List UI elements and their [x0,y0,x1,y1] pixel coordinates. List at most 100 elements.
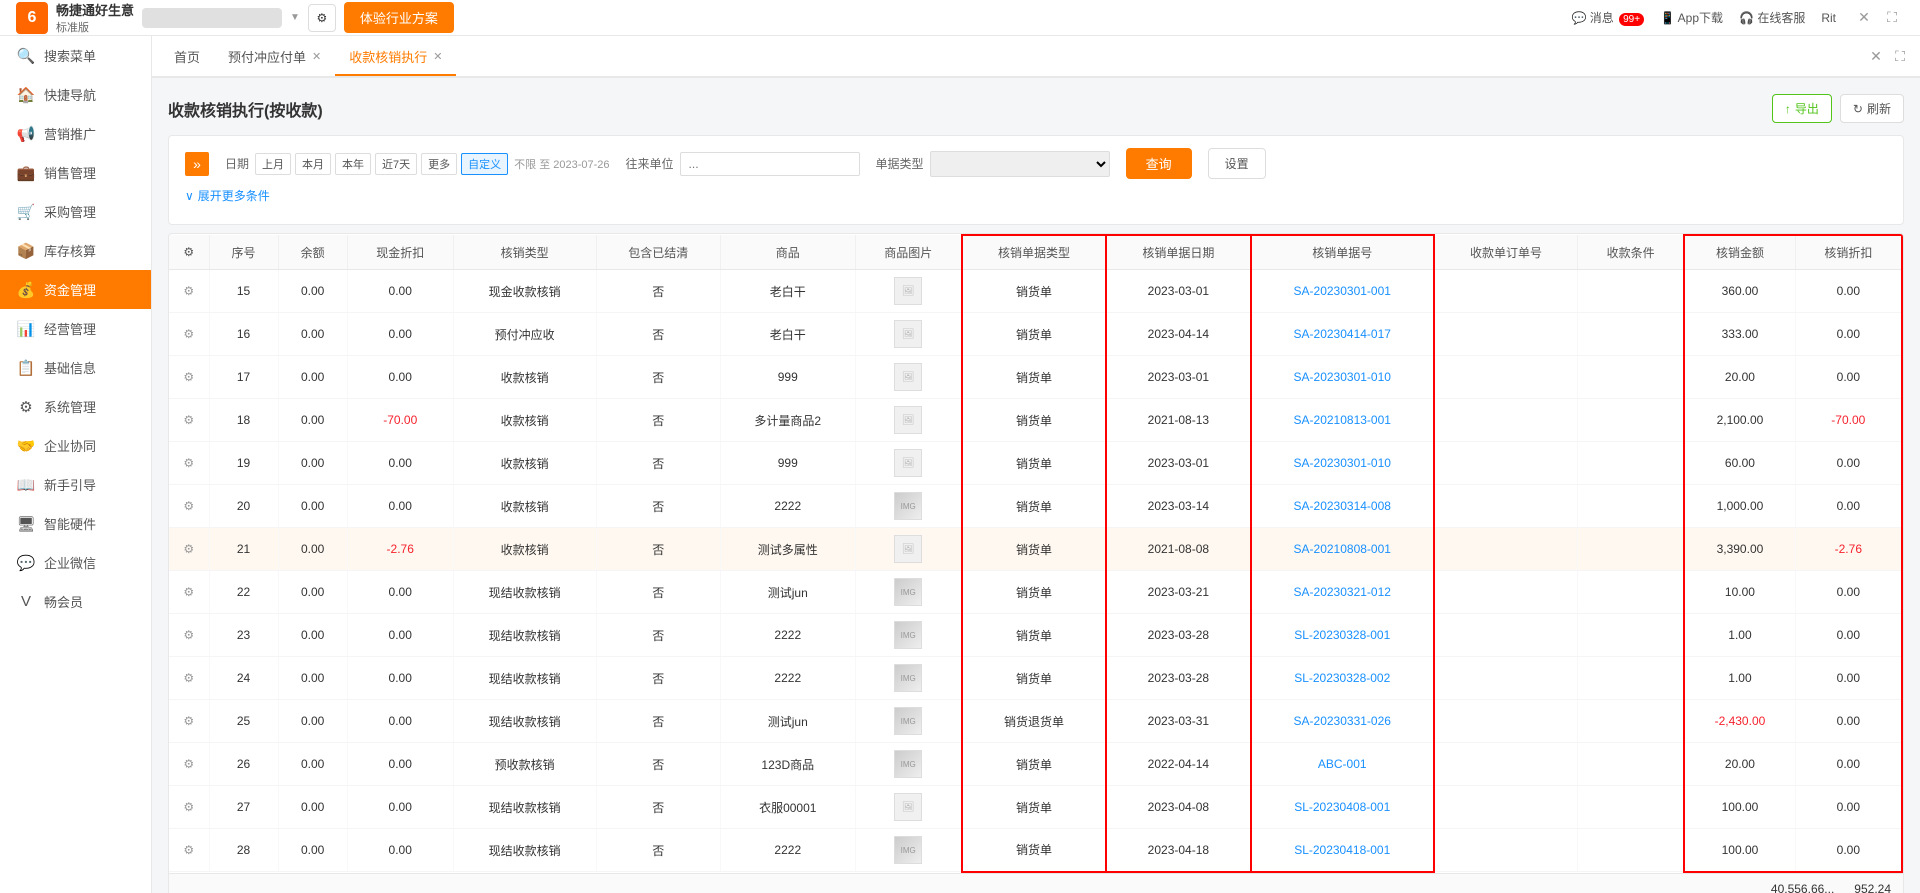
row-gear-icon[interactable]: ⚙ [183,370,194,384]
tab-prepay-close[interactable]: ✕ [312,50,321,63]
col-cancel-discount-cell: 0.00 [1795,743,1902,786]
row-gear-icon[interactable]: ⚙ [183,800,194,814]
sidebar-item-3[interactable]: 💼销售管理 [0,153,151,192]
table-settings-button[interactable]: 设置 [1208,148,1266,179]
date-btn-last-month[interactable]: 上月 [255,153,291,175]
content-area: 首页 预付冲应付单 ✕ 收款核销执行 ✕ ✕ ⛶ 收款核销执行(按收款) [152,36,1920,893]
col-product-cell: 测试jun [720,571,855,614]
sidebar-label-6: 资金管理 [44,280,96,299]
sidebar-item-11[interactable]: 📖新手引导 [0,465,151,504]
row-gear-icon[interactable]: ⚙ [183,327,194,341]
messages-link[interactable]: 💬 消息 99+ [1571,9,1644,26]
sidebar-item-9[interactable]: ⚙系统管理 [0,387,151,426]
sidebar-item-10[interactable]: 🤝企业协同 [0,426,151,465]
bill-no-link[interactable]: SA-20230414-017 [1294,327,1391,341]
online-service-link[interactable]: 🎧 在线客服 [1739,9,1805,26]
row-gear-icon[interactable]: ⚙ [183,671,194,685]
col-receipt-condition-cell [1578,614,1685,657]
sidebar-item-5[interactable]: 📦库存核算 [0,231,151,270]
tab-bar-close-button[interactable]: ✕ [1864,44,1888,68]
row-gear-icon[interactable]: ⚙ [183,585,194,599]
date-btn-this-year[interactable]: 本年 [335,153,371,175]
col-include-settled-cell: 否 [596,829,720,872]
from-unit-input[interactable] [680,152,860,176]
dropdown-icon[interactable]: ▼ [290,12,300,23]
col-cancel-amount-cell: 100.00 [1684,786,1795,829]
sidebar-item-13[interactable]: 💬企业微信 [0,543,151,582]
row-gear-icon[interactable]: ⚙ [183,284,194,298]
sidebar-item-4[interactable]: 🛒采购管理 [0,192,151,231]
table-footer: 40,556,66... 952.24 [169,873,1903,893]
sidebar-item-2[interactable]: 📢营销推广 [0,114,151,153]
sidebar-icon-2: 📢 [16,125,36,143]
sidebar-item-0[interactable]: 🔍搜索菜单 [0,36,151,75]
tab-prepay[interactable]: 预付冲应付单 ✕ [214,39,335,76]
col-cash-discount-cell: -2.76 [347,528,453,571]
bill-no-link[interactable]: SA-20230301-001 [1294,284,1391,298]
col-no-cell: 18 [209,399,278,442]
refresh-button[interactable]: ↻ 刷新 [1840,94,1904,123]
row-gear-icon[interactable]: ⚙ [183,843,194,857]
window-maximize-button[interactable]: ⛶ [1880,6,1904,30]
row-gear-icon[interactable]: ⚙ [183,456,194,470]
bill-no-link[interactable]: SL-20230328-001 [1294,628,1390,642]
tab-bar-expand-button[interactable]: ⛶ [1888,44,1912,68]
col-include-settled-cell: 否 [596,743,720,786]
bill-no-link[interactable]: SA-20230331-026 [1294,714,1391,728]
table-row: ⚙ 15 0.00 0.00 现金收款核销 否 老白干 🖼 销货单 2023-0… [169,270,1902,313]
bill-no-link[interactable]: SA-20230321-012 [1294,585,1391,599]
expand-more-button[interactable]: ∨ 展开更多条件 [185,187,1887,204]
row-gear-icon[interactable]: ⚙ [183,542,194,556]
bill-no-link[interactable]: SA-20230301-010 [1294,370,1391,384]
row-gear-icon[interactable]: ⚙ [183,628,194,642]
date-btn-this-month[interactable]: 本月 [295,153,331,175]
app-download-link[interactable]: 📱 App下载 [1660,9,1723,26]
sidebar-item-7[interactable]: 📊经营管理 [0,309,151,348]
tab-home[interactable]: 首页 [160,39,214,74]
sidebar-item-1[interactable]: 🏠快捷导航 [0,75,151,114]
sidebar-icon-10: 🤝 [16,437,36,455]
col-cancel-discount-cell: 0.00 [1795,485,1902,528]
col-bill-date-cell: 2023-03-21 [1106,571,1250,614]
sidebar-item-8[interactable]: 📋基础信息 [0,348,151,387]
product-img: 🖼 [894,406,922,434]
col-no-cell: 20 [209,485,278,528]
bill-no-link[interactable]: SL-20230408-001 [1294,800,1390,814]
col-gear-cell: ⚙ [169,700,209,743]
sidebar-item-12[interactable]: 🖥智能硬件 [0,504,151,543]
filter-toggle-button[interactable]: » [185,152,209,176]
col-bill-type-cell: 销货单 [962,270,1106,313]
col-bill-type-cell: 销货单 [962,442,1106,485]
bill-no-link[interactable]: SA-20210813-001 [1294,413,1391,427]
query-button[interactable]: 查询 [1126,148,1192,179]
col-no-cell: 27 [209,786,278,829]
sidebar-item-6[interactable]: 💰资金管理 [0,270,151,309]
date-btn-7days[interactable]: 近7天 [375,153,417,175]
col-bill-type-cell: 销货单 [962,829,1106,872]
date-btn-more[interactable]: 更多 [421,153,457,175]
row-gear-icon[interactable]: ⚙ [183,499,194,513]
tab-cancel-close[interactable]: ✕ [433,50,442,63]
row-gear-icon[interactable]: ⚙ [183,757,194,771]
tab-cancel[interactable]: 收款核销执行 ✕ [335,39,456,76]
window-close-button[interactable]: ✕ [1852,6,1876,30]
bill-no-link[interactable]: SA-20230301-010 [1294,456,1391,470]
industry-solution-button[interactable]: 体验行业方案 [344,2,454,33]
col-receipt-order-cell [1434,313,1578,356]
bill-no-link[interactable]: SL-20230418-001 [1294,843,1390,857]
row-gear-icon[interactable]: ⚙ [183,413,194,427]
bill-no-link[interactable]: SL-20230328-002 [1294,671,1390,685]
receipt-type-select[interactable] [930,151,1110,177]
bill-no-link[interactable]: SA-20230314-008 [1294,499,1391,513]
bill-no-link[interactable]: ABC-001 [1318,757,1367,771]
row-gear-icon[interactable]: ⚙ [183,714,194,728]
sidebar-item-14[interactable]: V畅会员 [0,582,151,621]
col-bill-no-cell: SA-20230301-010 [1251,356,1434,399]
bill-no-link[interactable]: SA-20210808-001 [1294,542,1391,556]
col-bill-no-cell: SA-20230301-001 [1251,270,1434,313]
date-btn-custom[interactable]: 自定义 [461,153,508,175]
settings-gear-button[interactable]: ⚙ [308,4,336,32]
export-button[interactable]: ↑ 导出 [1772,94,1832,123]
col-gear-header[interactable]: ⚙ [169,235,209,270]
col-product-img-header: 商品图片 [855,235,962,270]
